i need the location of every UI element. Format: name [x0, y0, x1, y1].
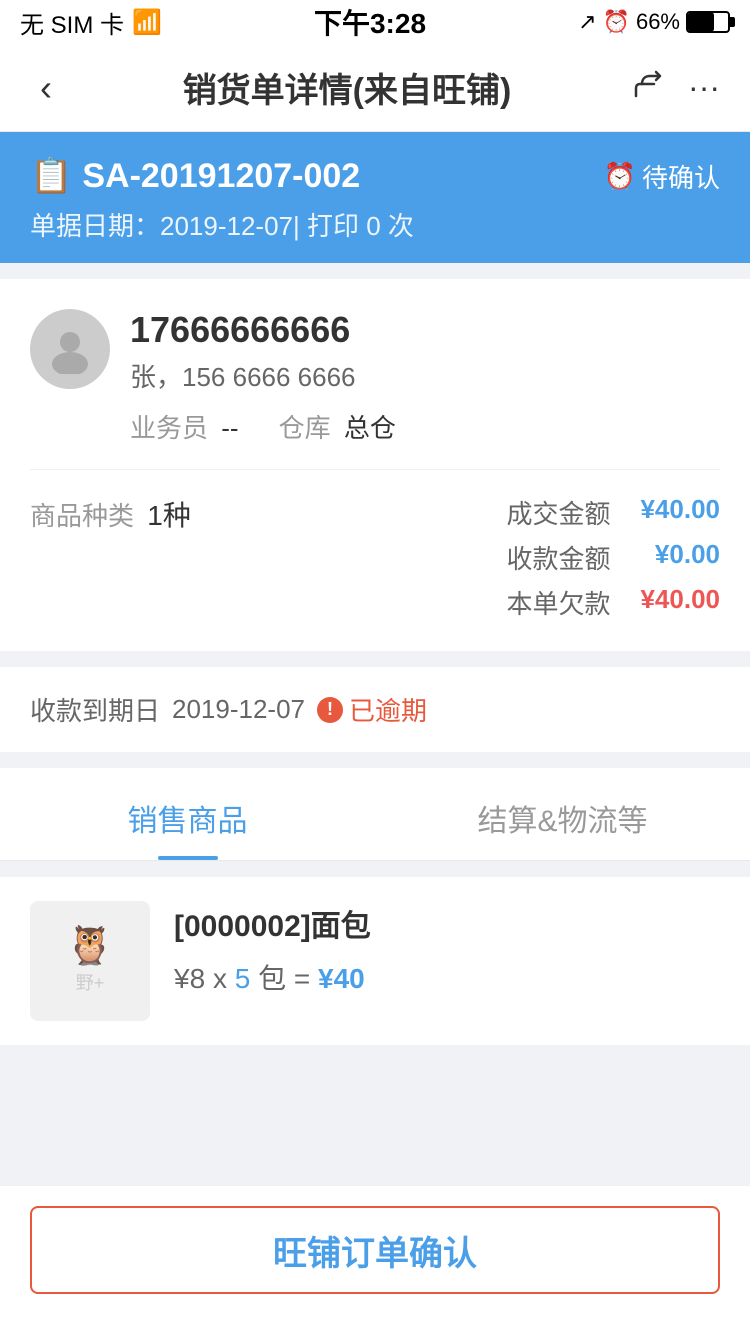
product-price: ¥8 x 5 包 = ¥40: [174, 957, 720, 997]
carrier-label: 无 SIM 卡: [20, 5, 124, 40]
overdue-badge: ! 已逾期: [317, 691, 427, 728]
sales-value: --: [221, 413, 238, 443]
product-details: [0000002]面包 ¥8 x 5 包 = ¥40: [174, 901, 720, 997]
status-clock-icon: ⏰: [604, 161, 636, 192]
status-left: 无 SIM 卡 📶: [20, 5, 162, 40]
bottom-action-bar: 旺铺订单确认: [0, 1186, 750, 1334]
sales-label: 业务员: [130, 413, 208, 443]
tab-products[interactable]: 销售商品: [0, 768, 375, 860]
product-thumbnail: 🦉 野+: [30, 901, 150, 1021]
order-status: ⏰ 待确认: [604, 158, 720, 195]
transaction-amount: ¥40.00: [640, 494, 720, 531]
order-icon: 📋: [30, 156, 72, 196]
status-time: 下午3:28: [314, 2, 426, 42]
customer-name: 张，156 6666 6666: [130, 357, 720, 394]
battery-percent: 66%: [636, 9, 680, 35]
amount-summary: 成交金额 ¥40.00 收款金额 ¥0.00 本单欠款 ¥40.00: [506, 494, 720, 621]
more-button[interactable]: ···: [688, 69, 720, 106]
customer-avatar: [30, 309, 110, 389]
alarm-icon: ⏰: [603, 9, 630, 35]
balance-amount: ¥40.00: [640, 584, 720, 621]
product-total: ¥40: [318, 963, 365, 994]
order-header-banner: 📋 SA-20191207-002 ⏰ 待确认 单据日期：2019-12-07|…: [0, 132, 750, 263]
back-button[interactable]: ‹: [30, 57, 62, 119]
tab-bar: 销售商品 结算&物流等: [0, 768, 750, 861]
customer-info: 17666666666 张，156 6666 6666 业务员 -- 仓库 总仓: [130, 309, 720, 445]
product-logo-icon: 🦉: [66, 927, 113, 965]
nav-actions: ···: [632, 68, 720, 108]
warehouse-value: 总仓: [344, 413, 396, 443]
order-id: 📋 SA-20191207-002: [30, 156, 360, 196]
battery-icon: [686, 11, 730, 33]
share-button[interactable]: [632, 68, 664, 108]
due-date-label: 收款到期日: [30, 691, 160, 728]
product-item: 🦉 野+ [0000002]面包 ¥8 x 5 包 = ¥40: [0, 877, 750, 1045]
overdue-text: 已逾期: [349, 691, 427, 728]
product-name: [0000002]面包: [174, 901, 720, 945]
order-summary: 商品种类 1种 成交金额 ¥40.00 收款金额 ¥0.00 本单欠款 ¥40.…: [30, 494, 720, 621]
transaction-label: 成交金额: [506, 494, 610, 531]
wifi-icon: 📶: [132, 8, 162, 37]
overdue-icon: !: [317, 697, 343, 723]
received-label: 收款金额: [506, 539, 610, 576]
warehouse-label: 仓库: [279, 413, 331, 443]
product-type-label: 商品种类: [30, 501, 134, 531]
received-amount: ¥0.00: [655, 539, 720, 576]
divider: [30, 469, 720, 470]
unit-price: ¥8: [174, 963, 205, 994]
tab-settlement[interactable]: 结算&物流等: [375, 768, 750, 860]
location-icon: ↗: [578, 9, 596, 35]
order-date: 单据日期：2019-12-07| 打印 0 次: [30, 206, 720, 243]
due-date-section: 收款到期日 2019-12-07 ! 已逾期: [0, 667, 750, 752]
confirm-order-button[interactable]: 旺铺订单确认: [30, 1206, 720, 1294]
nav-bar: ‹ 销货单详情(来自旺铺) ···: [0, 44, 750, 132]
balance-label: 本单欠款: [506, 584, 610, 621]
quantity: 5: [235, 963, 251, 994]
customer-phone: 17666666666: [130, 309, 720, 351]
status-bar: 无 SIM 卡 📶 下午3:28 ↗ ⏰ 66%: [0, 0, 750, 44]
customer-card: 17666666666 张，156 6666 6666 业务员 -- 仓库 总仓…: [0, 279, 750, 651]
customer-meta: 业务员 -- 仓库 总仓: [130, 408, 720, 445]
status-right: ↗ ⏰ 66%: [578, 9, 730, 35]
page-title: 销货单详情(来自旺铺): [183, 63, 512, 112]
product-type-count: 1种: [147, 500, 191, 531]
due-date-value: 2019-12-07: [172, 694, 305, 725]
